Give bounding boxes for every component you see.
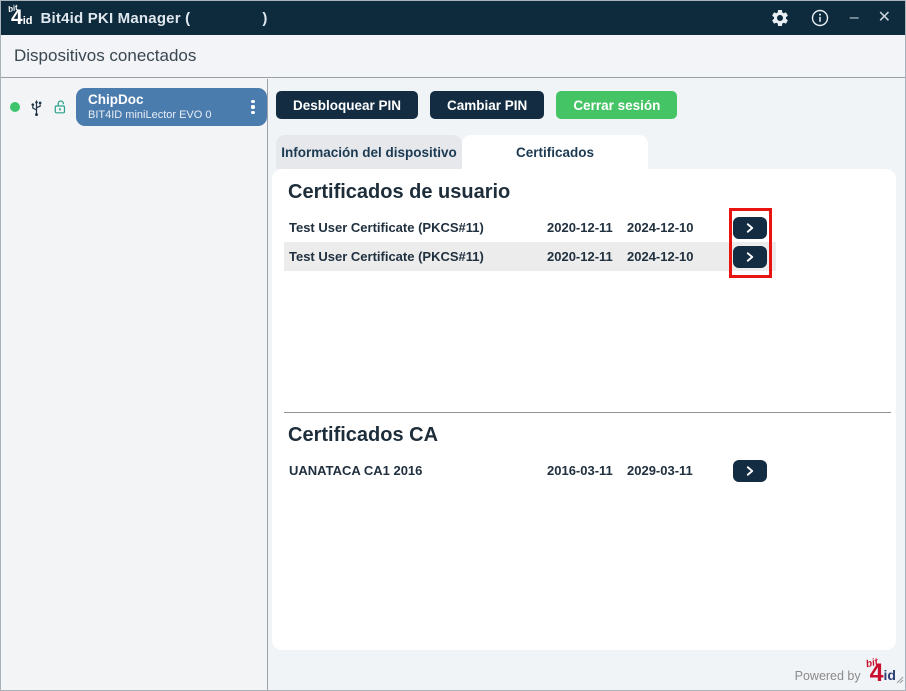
device-list-item: ChipDoc BIT4ID miniLector EVO 0 bbox=[1, 88, 267, 126]
close-button[interactable]: ✕ bbox=[878, 10, 891, 26]
device-reader-name: BIT4ID miniLector EVO 0 bbox=[88, 108, 212, 121]
certificate-name: Test User Certificate (PKCS#11) bbox=[289, 220, 484, 235]
logo-bit-text: bit bbox=[864, 656, 880, 670]
tab-certificates[interactable]: Certificados bbox=[462, 135, 648, 169]
pin-actions: Desbloquear PIN Cambiar PIN Cerrar sesió… bbox=[276, 91, 678, 119]
page-title: Dispositivos conectados bbox=[14, 46, 197, 65]
window-title-suffix: ) bbox=[262, 9, 268, 27]
valid-from-date: 2016-03-11 bbox=[547, 463, 613, 478]
user-certificates-table: Test User Certificate (PKCS#11) 2020-12-… bbox=[284, 213, 776, 271]
tab-device-info[interactable]: Información del dispositivo bbox=[276, 135, 462, 169]
tab-bar: Información del dispositivo Certificados bbox=[276, 135, 648, 169]
device-card-chipdoc[interactable]: ChipDoc BIT4ID miniLector EVO 0 bbox=[76, 88, 267, 126]
bit4id-logo-icon: bit 4 id bbox=[7, 3, 33, 28]
unlocked-padlock-icon bbox=[52, 98, 69, 116]
pki-manager-window: { "window": { "logo": { "bit": "bit", "f… bbox=[0, 0, 906, 691]
ca-certificates-title: Certificados CA bbox=[288, 424, 439, 446]
valid-to-date: 2024-12-10 bbox=[627, 249, 694, 264]
usb-icon bbox=[28, 98, 45, 117]
window-title-prefix: Bit4id PKI Manager ( bbox=[40, 9, 191, 27]
valid-to-date: 2029-03-11 bbox=[627, 463, 693, 478]
logout-button[interactable]: Cerrar sesión bbox=[556, 91, 678, 119]
settings-gear-icon[interactable] bbox=[770, 8, 791, 29]
certificate-name: UANATACA CA1 2016 bbox=[289, 463, 423, 478]
window-title: Bit4id PKI Manager () bbox=[40, 10, 267, 27]
page-header: Dispositivos conectados bbox=[1, 35, 905, 78]
info-icon[interactable] bbox=[810, 8, 831, 29]
device-name: ChipDoc bbox=[88, 91, 144, 107]
user-certificates-title: Certificados de usuario bbox=[288, 181, 511, 203]
device-connected-dot-icon bbox=[10, 102, 20, 112]
titlebar-controls: – ✕ bbox=[770, 8, 891, 29]
valid-from-date: 2020-12-11 bbox=[547, 249, 613, 264]
table-row: UANATACA CA1 2016 2016-03-11 2029-03-11 bbox=[284, 456, 776, 485]
certificate-detail-button[interactable] bbox=[733, 459, 767, 482]
certificates-panel: Certificados de usuario Test User Certif… bbox=[272, 169, 896, 650]
powered-by-footer: Powered by bit 4 id bbox=[794, 656, 896, 685]
table-row: Test User Certificate (PKCS#11) 2020-12-… bbox=[284, 213, 776, 242]
device-info: ChipDoc BIT4ID miniLector EVO 0 bbox=[88, 92, 245, 122]
certificate-name: Test User Certificate (PKCS#11) bbox=[289, 249, 484, 264]
table-row: Test User Certificate (PKCS#11) 2020-12-… bbox=[284, 242, 776, 271]
change-pin-button[interactable]: Cambiar PIN bbox=[430, 91, 545, 119]
resize-grip-icon[interactable] bbox=[894, 671, 904, 689]
valid-from-date: 2020-12-11 bbox=[547, 220, 613, 235]
ca-certificates-table: UANATACA CA1 2016 2016-03-11 2029-03-11 bbox=[284, 456, 776, 485]
unblock-pin-button[interactable]: Desbloquear PIN bbox=[276, 91, 419, 119]
bit4id-footer-logo-icon: bit 4 id bbox=[864, 656, 896, 685]
valid-to-date: 2024-12-10 bbox=[627, 220, 694, 235]
device-kebab-menu-icon[interactable] bbox=[245, 99, 261, 115]
logo-id-text: id bbox=[22, 14, 33, 27]
devices-sidebar: ChipDoc BIT4ID miniLector EVO 0 bbox=[1, 79, 268, 690]
titlebar: bit 4 id Bit4id PKI Manager () – ✕ bbox=[1, 1, 905, 35]
section-divider bbox=[284, 412, 891, 413]
certificate-detail-button[interactable] bbox=[733, 216, 767, 239]
powered-by-label: Powered by bbox=[794, 669, 861, 683]
minimize-button[interactable]: – bbox=[850, 10, 859, 26]
certificate-detail-button[interactable] bbox=[733, 245, 767, 268]
main-panel: Desbloquear PIN Cambiar PIN Cerrar sesió… bbox=[269, 79, 905, 690]
